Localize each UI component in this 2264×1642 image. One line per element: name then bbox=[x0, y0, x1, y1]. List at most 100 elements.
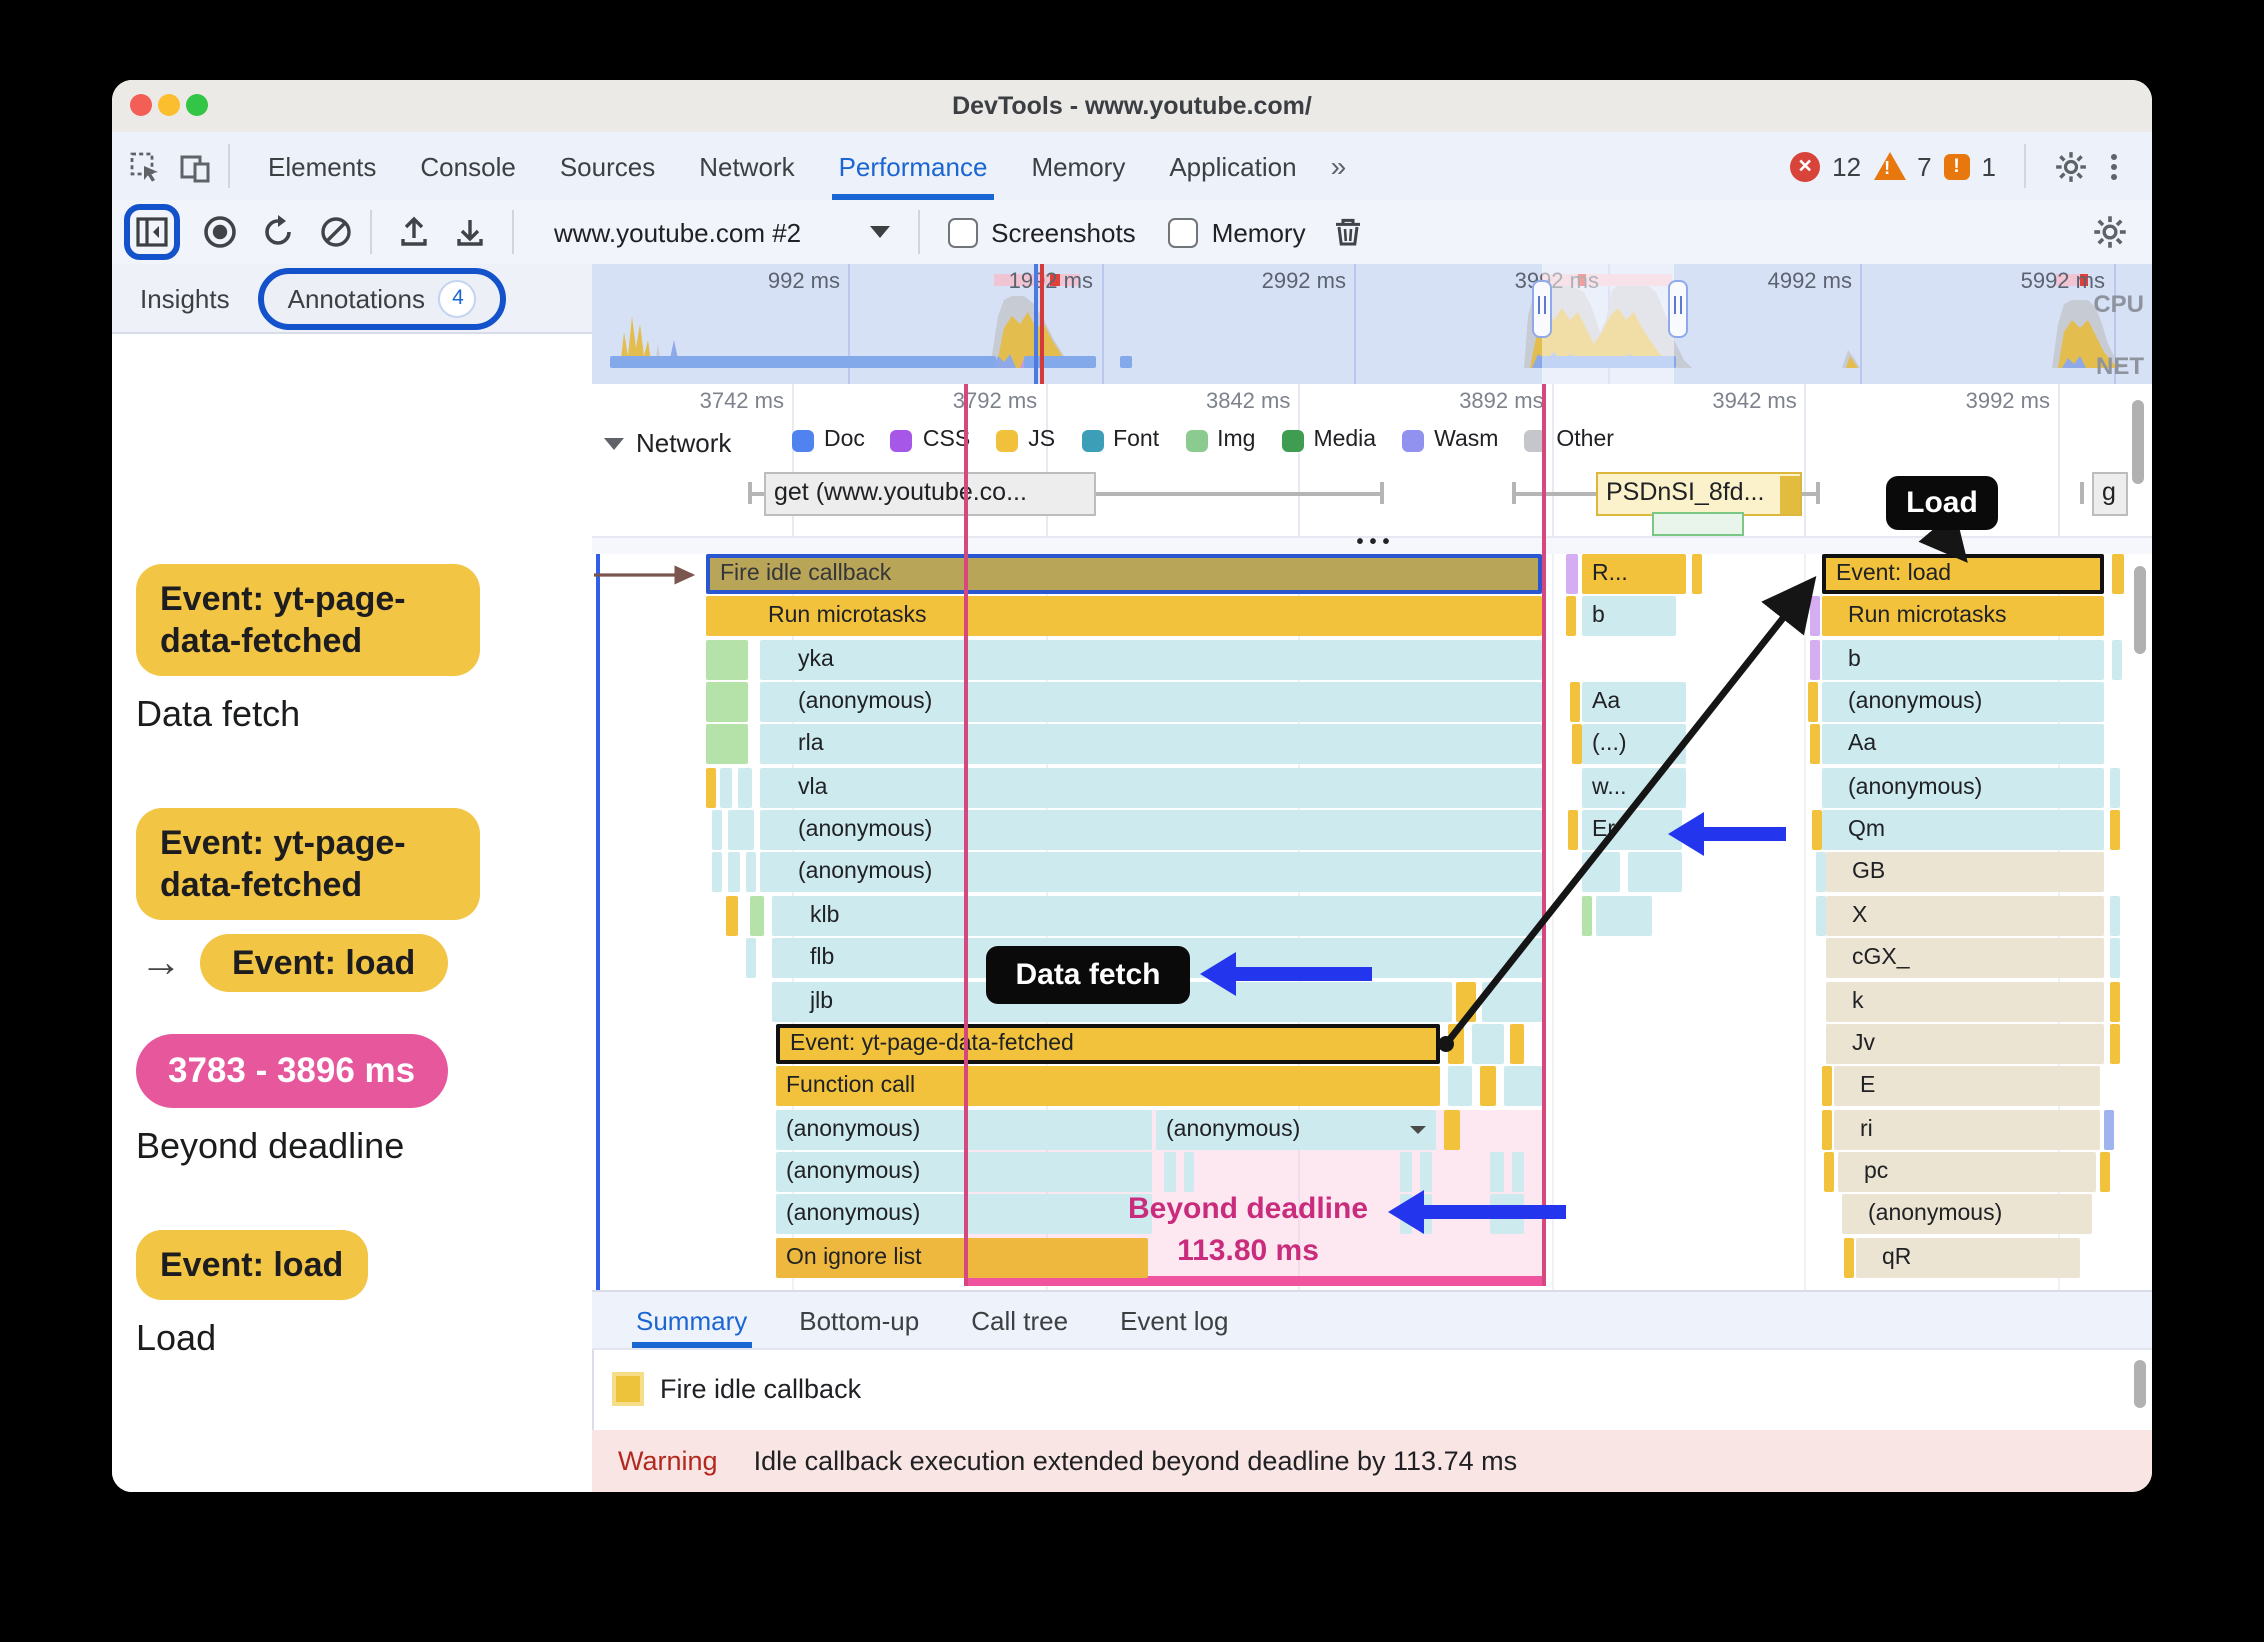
flame-bar--anonymous-[interactable]: (anonymous) bbox=[760, 810, 1542, 851]
flame-bar[interactable] bbox=[1504, 1066, 1542, 1107]
memory-checkbox[interactable] bbox=[1167, 217, 1198, 247]
flame-bar[interactable] bbox=[2104, 1109, 2114, 1150]
flame-bar-k[interactable]: k bbox=[1826, 981, 2104, 1021]
annotation-pill[interactable]: Event: yt-page-data-fetched bbox=[136, 808, 480, 920]
flame-bar-aa[interactable]: Aa bbox=[1582, 682, 1686, 723]
upload-profile-icon[interactable] bbox=[396, 214, 432, 250]
flame-bar[interactable] bbox=[738, 767, 752, 808]
flame-bar[interactable] bbox=[746, 852, 756, 893]
flame-bar--[interactable]: (...) bbox=[1582, 724, 1686, 765]
flame-bar[interactable] bbox=[1822, 1066, 1832, 1107]
flame-bar--anonymous-[interactable]: (anonymous) bbox=[1822, 682, 2104, 723]
flame-bar-gb[interactable]: GB bbox=[1826, 852, 2104, 893]
flame-bar[interactable] bbox=[1400, 1151, 1412, 1192]
flame-bar[interactable] bbox=[726, 895, 738, 936]
flame-bar[interactable] bbox=[1692, 554, 1702, 594]
flame-bar[interactable] bbox=[1480, 1066, 1496, 1107]
tab-performance[interactable]: Performance bbox=[817, 132, 1010, 200]
summary-scrollbar-thumb[interactable] bbox=[2134, 1360, 2146, 1408]
bottom-tab-bottom-up[interactable]: Bottom-up bbox=[777, 1292, 941, 1348]
flame-bar[interactable] bbox=[1490, 1194, 1524, 1235]
tab-network[interactable]: Network bbox=[677, 132, 816, 200]
flame-bar[interactable] bbox=[1808, 682, 1818, 723]
flame-bar[interactable] bbox=[706, 639, 748, 680]
flame-bar-pc[interactable]: pc bbox=[1838, 1151, 2096, 1192]
flame-bar[interactable] bbox=[2112, 639, 2122, 680]
error-count[interactable]: 12 bbox=[1832, 151, 1861, 181]
flame-bar-fire-idle-callback[interactable]: Fire idle callback bbox=[706, 554, 1542, 594]
tab-application[interactable]: Application bbox=[1147, 132, 1318, 200]
flame-bar[interactable] bbox=[1456, 981, 1476, 1021]
network-request-script[interactable]: PSDnSI_8fd... bbox=[1596, 472, 1802, 516]
flame-bar[interactable] bbox=[1448, 1066, 1472, 1107]
flame-bar-event-load[interactable]: Event: load bbox=[1822, 554, 2104, 594]
flame-bar[interactable] bbox=[706, 682, 748, 723]
annotation-entry[interactable]: Event: load Load bbox=[136, 1230, 566, 1360]
flame-bar[interactable] bbox=[1184, 1151, 1194, 1192]
annotation-pill[interactable]: Event: load bbox=[136, 1230, 368, 1300]
flame-bar--anonymous-[interactable]: (anonymous) bbox=[1156, 1109, 1436, 1150]
flame-bar-b[interactable]: b bbox=[1822, 639, 2104, 680]
flame-bar[interactable] bbox=[1164, 1151, 1176, 1192]
flame-bar[interactable] bbox=[2110, 767, 2120, 808]
issues-icon[interactable]: ! bbox=[1943, 153, 1970, 179]
flame-bar[interactable] bbox=[1420, 1151, 1432, 1192]
flame-bar-function-call[interactable]: Function call bbox=[776, 1066, 1440, 1107]
collect-garbage-icon[interactable] bbox=[1330, 214, 1366, 250]
flame-bar-vla[interactable]: vla bbox=[760, 767, 1542, 808]
flame-bar[interactable] bbox=[1570, 682, 1580, 723]
flame-bar[interactable] bbox=[706, 724, 748, 765]
flame-bar[interactable] bbox=[1566, 596, 1576, 637]
flame-bar[interactable] bbox=[2110, 895, 2120, 936]
flame-bar[interactable] bbox=[1490, 1151, 1504, 1192]
flame-bar-ri[interactable]: ri bbox=[1834, 1109, 2100, 1150]
flame-bar-run-microtasks[interactable]: Run microtasks bbox=[706, 596, 1542, 637]
flame-bar[interactable] bbox=[1510, 1023, 1524, 1064]
flame-bar[interactable] bbox=[1512, 1151, 1524, 1192]
warning-count[interactable]: 7 bbox=[1917, 151, 1931, 181]
flame-bar-jv[interactable]: Jv bbox=[1826, 1023, 2104, 1064]
flame-bar[interactable] bbox=[1566, 554, 1578, 594]
flame-bar-qm[interactable]: Qm bbox=[1822, 810, 2104, 851]
download-profile-icon[interactable] bbox=[452, 214, 488, 250]
flame-bar-event-yt-page-data-fetched[interactable]: Event: yt-page-data-fetched bbox=[776, 1023, 1440, 1064]
flame-bar[interactable] bbox=[1810, 639, 1820, 680]
annotation-entry[interactable]: 3783 - 3896 ms Beyond deadline bbox=[136, 1034, 566, 1168]
flame-bar--anonymous-[interactable]: (anonymous) bbox=[760, 682, 1542, 723]
issues-count[interactable]: 1 bbox=[1982, 151, 1996, 181]
minimap-right-handle[interactable] bbox=[1668, 280, 1688, 338]
flame-scrollbar-thumb[interactable] bbox=[2134, 566, 2146, 654]
flame-bar-e[interactable]: E bbox=[1834, 1066, 2100, 1107]
annotation-pill-linked[interactable]: Event: load bbox=[200, 934, 448, 992]
flame-bar[interactable] bbox=[1582, 852, 1620, 893]
tab-sources[interactable]: Sources bbox=[538, 132, 677, 200]
load-annotation-tag[interactable]: Load bbox=[1886, 476, 1998, 530]
toggle-sidebar-icon[interactable] bbox=[134, 214, 170, 250]
flame-bar-b[interactable]: b bbox=[1582, 596, 1676, 637]
flame-bar-x[interactable]: X bbox=[1826, 895, 2104, 936]
flame-bar-cgx-[interactable]: cGX_ bbox=[1826, 938, 2104, 979]
flame-bar-rla[interactable]: rla bbox=[760, 724, 1542, 765]
flame-bar-r-[interactable]: R... bbox=[1582, 554, 1686, 594]
flame-bar[interactable] bbox=[1824, 1151, 1834, 1192]
annotation-pill[interactable]: Event: yt-page-data-fetched bbox=[136, 564, 480, 676]
flame-bar-qr[interactable]: qR bbox=[1856, 1237, 2080, 1278]
clear-icon[interactable] bbox=[318, 214, 354, 250]
profile-history-select[interactable]: www.youtube.com #2 bbox=[554, 217, 890, 247]
bottom-tab-summary[interactable]: Summary bbox=[614, 1292, 769, 1348]
flame-bar-w-[interactable]: w... bbox=[1582, 767, 1686, 808]
annotation-entry[interactable]: Event: yt-page-data-fetched → Event: load bbox=[136, 808, 566, 992]
flame-bar[interactable] bbox=[706, 767, 716, 808]
flame-bar[interactable] bbox=[712, 810, 722, 851]
flame-bar[interactable] bbox=[1582, 895, 1592, 936]
flame-bar[interactable] bbox=[720, 767, 732, 808]
flame-chart[interactable]: Fire idle callback R... Event: load Run mic… bbox=[592, 554, 2152, 1290]
flame-bar-aa[interactable]: Aa bbox=[1822, 724, 2104, 765]
flame-bar-run-microtasks[interactable]: Run microtasks bbox=[1822, 596, 2104, 637]
minimap-left-handle[interactable] bbox=[1532, 280, 1552, 338]
annotation-pill[interactable]: 3783 - 3896 ms bbox=[136, 1034, 448, 1108]
device-toolbar-icon[interactable] bbox=[178, 149, 212, 183]
flame-bar[interactable] bbox=[2112, 554, 2124, 594]
flame-bar[interactable] bbox=[1628, 852, 1682, 893]
flame-bar[interactable] bbox=[1812, 810, 1822, 851]
